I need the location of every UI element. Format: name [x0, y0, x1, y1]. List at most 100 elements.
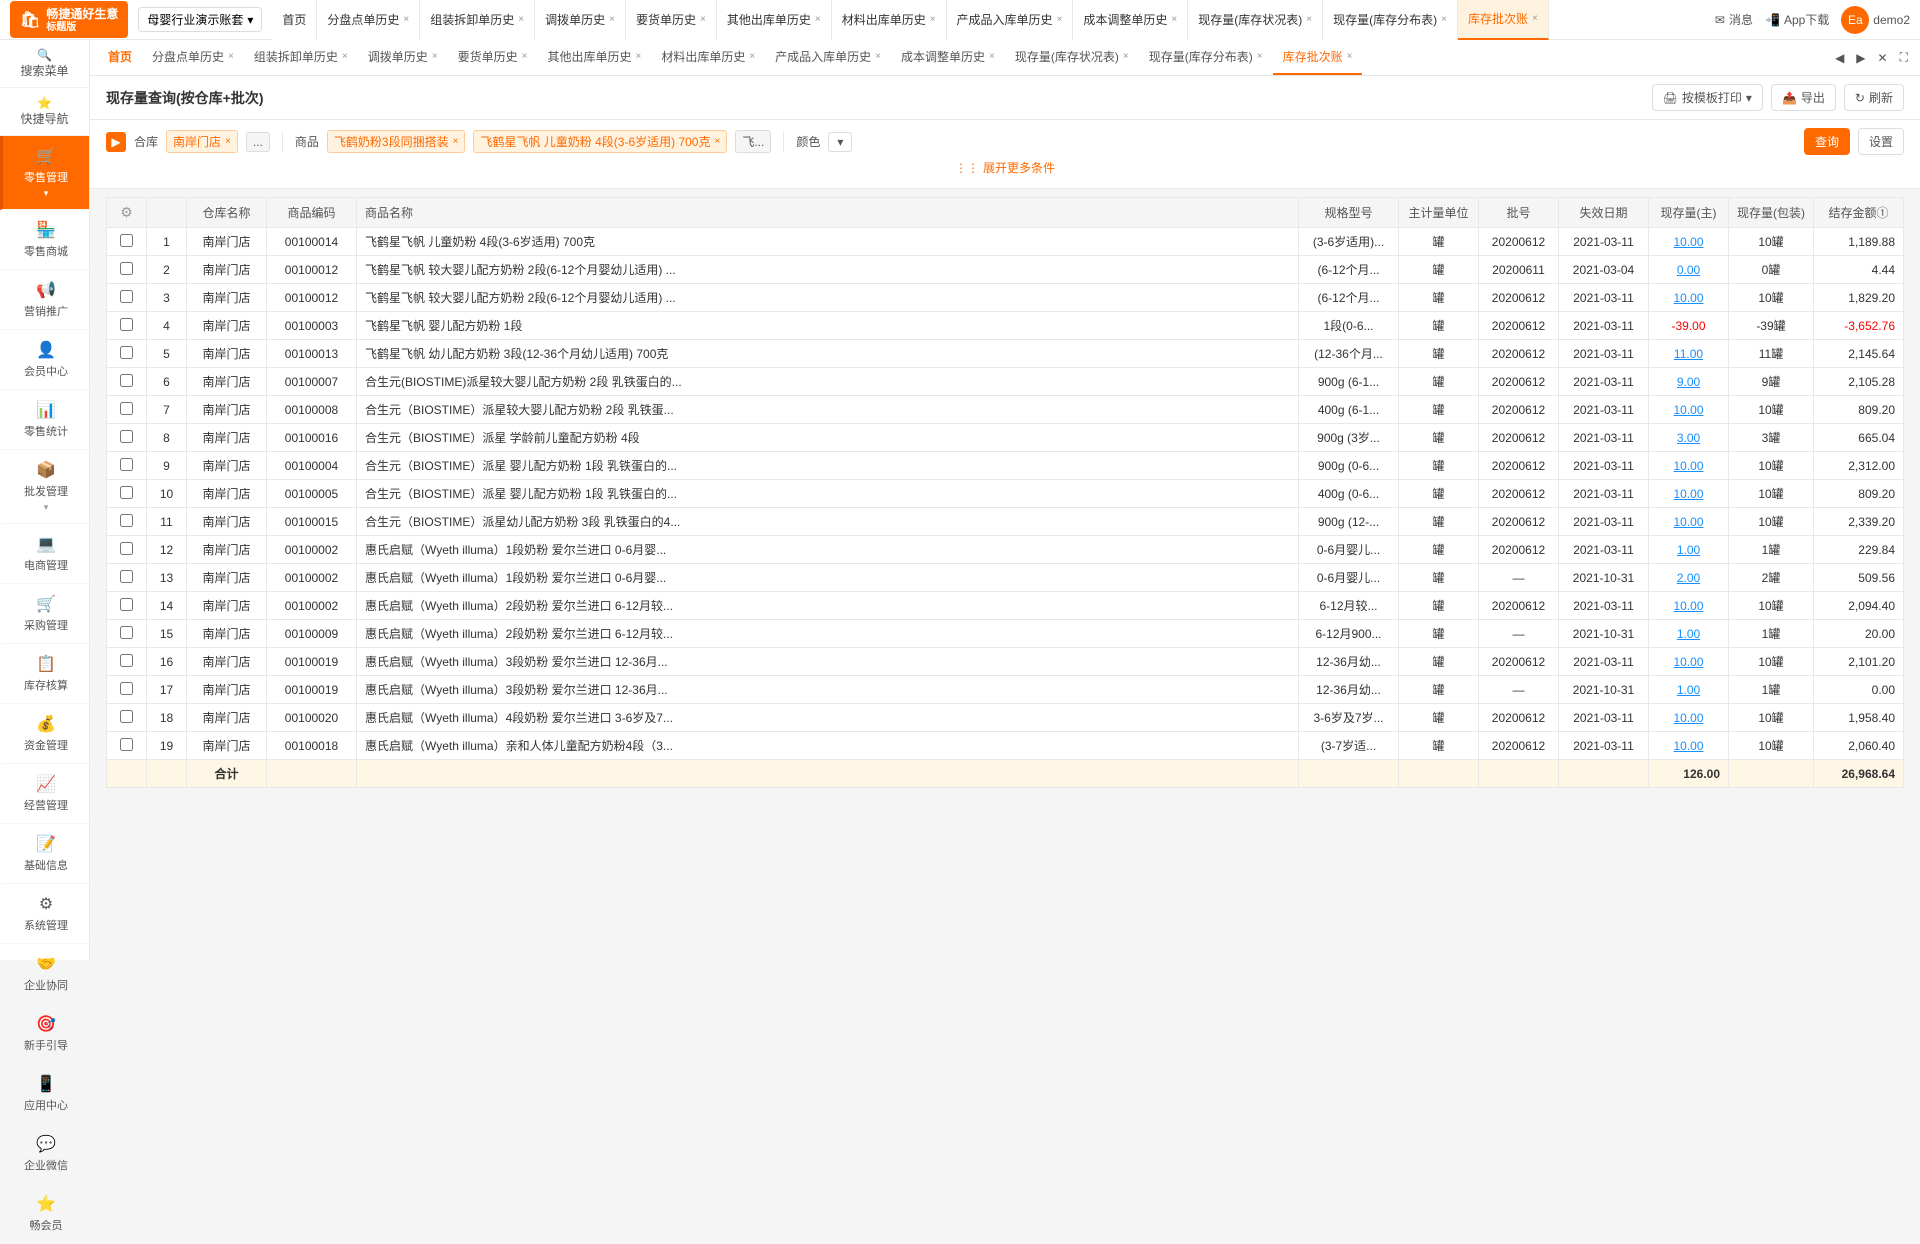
cell-checkbox-12[interactable] — [107, 564, 147, 592]
top-tab-cbtzsc[interactable]: 成本调整单历史 × — [1073, 0, 1188, 40]
cell-checkbox-17[interactable] — [107, 704, 147, 732]
row-checkbox-16[interactable] — [120, 682, 133, 695]
cell-checkbox-13[interactable] — [107, 592, 147, 620]
row-checkbox-1[interactable] — [120, 262, 133, 275]
row-checkbox-11[interactable] — [120, 542, 133, 555]
top-tab-kcpcc[interactable]: 库存批次账 × — [1458, 0, 1549, 40]
cell-checkbox-4[interactable] — [107, 340, 147, 368]
cell-stock-15[interactable]: 10.00 — [1649, 648, 1729, 676]
account-selector[interactable]: 母婴行业演示账套 ▾ — [138, 7, 262, 32]
warehouse-tag-nananlstore[interactable]: 南岸门店 × — [166, 130, 238, 153]
sidebar-item-wholesale[interactable]: 📦批发管理▾ — [0, 450, 89, 524]
sidebar-item-retail-stat[interactable]: 📊零售统计 — [0, 390, 89, 450]
cell-stock-0[interactable]: 10.00 — [1649, 228, 1729, 256]
row-checkbox-18[interactable] — [120, 738, 133, 751]
cell-checkbox-7[interactable] — [107, 424, 147, 452]
sub-tab-close-xczl2[interactable]: × — [1257, 51, 1263, 62]
top-tab-close-zucjsc[interactable]: × — [518, 14, 524, 25]
sidebar-item-newguide[interactable]: 🎯新手引导 — [0, 1004, 89, 1064]
expand-conditions-btn[interactable]: ⋮⋮ 展开更多条件 — [106, 155, 1904, 180]
sub-tab-close-fenpc[interactable]: × — [228, 51, 234, 62]
sidebar-item-operation[interactable]: 📈经营管理 — [0, 764, 89, 824]
nav-left-arrow[interactable]: ◀ — [1831, 49, 1848, 67]
warehouse-more-tag[interactable]: ... — [246, 132, 270, 152]
top-tab-fenpc[interactable]: 分盘点单历史 × — [317, 0, 420, 40]
sidebar-item-member2[interactable]: ⭐畅会员 — [0, 1184, 89, 1244]
cell-checkbox-16[interactable] — [107, 676, 147, 704]
cell-stock-17[interactable]: 10.00 — [1649, 704, 1729, 732]
sub-tab-close-xczl1[interactable]: × — [1123, 51, 1129, 62]
query-button[interactable]: 查询 — [1804, 128, 1850, 155]
nav-close-icon[interactable]: ✕ — [1874, 49, 1892, 67]
row-checkbox-2[interactable] — [120, 290, 133, 303]
sidebar-item-wechat[interactable]: 💬企业微信 — [0, 1124, 89, 1184]
sub-tab-ygsc[interactable]: 要货单历史× — [448, 40, 538, 75]
user-area[interactable]: Ea demo2 — [1841, 6, 1910, 34]
sub-tab-qtcsc[interactable]: 其他出库单历史× — [537, 40, 651, 75]
sub-tab-close-zucjsc[interactable]: × — [342, 51, 348, 62]
cell-checkbox-6[interactable] — [107, 396, 147, 424]
quick-nav[interactable]: ⭐ 快捷导航 — [0, 88, 89, 136]
search-menu[interactable]: 🔍 搜索菜单 — [0, 40, 89, 88]
top-tab-ygsc[interactable]: 要货单历史 × — [626, 0, 717, 40]
sidebar-item-retail[interactable]: 🛒零售管理▾ — [0, 136, 89, 210]
cell-stock-1[interactable]: 0.00 — [1649, 256, 1729, 284]
nav-expand-icon[interactable]: ⛶ — [1896, 48, 1912, 67]
row-checkbox-9[interactable] — [120, 486, 133, 499]
warehouse-tag-remove[interactable]: × — [225, 136, 231, 147]
row-checkbox-10[interactable] — [120, 514, 133, 527]
sub-tab-close-kcpcc[interactable]: × — [1347, 51, 1353, 62]
cell-stock-4[interactable]: 11.00 — [1649, 340, 1729, 368]
sidebar-item-system[interactable]: ⚙系统管理 — [0, 884, 89, 944]
cell-checkbox-3[interactable] — [107, 312, 147, 340]
cell-stock-8[interactable]: 10.00 — [1649, 452, 1729, 480]
cell-stock-14[interactable]: 1.00 — [1649, 620, 1729, 648]
sub-tab-close-ygsc[interactable]: × — [522, 51, 528, 62]
top-tab-zucjsc[interactable]: 组装拆卸单历史 × — [420, 0, 535, 40]
sidebar-item-retail-shop[interactable]: 🏪零售商城 — [0, 210, 89, 270]
goods-tag-1[interactable]: 飞鹤奶粉3段同捆搭装 × — [327, 130, 466, 153]
cell-stock-2[interactable]: 10.00 — [1649, 284, 1729, 312]
row-checkbox-17[interactable] — [120, 710, 133, 723]
cell-stock-10[interactable]: 10.00 — [1649, 508, 1729, 536]
top-tab-close-clcsc[interactable]: × — [930, 14, 936, 25]
sub-tab-close-qtcsc[interactable]: × — [635, 51, 641, 62]
export-button[interactable]: 📤 导出 — [1771, 84, 1836, 111]
goods-tag-more[interactable]: 飞... — [735, 130, 771, 153]
top-tab-close-xczl2[interactable]: × — [1441, 14, 1447, 25]
sub-tab-xczl2[interactable]: 现存量(库存分布表)× — [1139, 40, 1273, 75]
sub-tab-cprksc[interactable]: 产成品入库单历史× — [765, 40, 891, 75]
top-tab-xczl2[interactable]: 现存量(库存分布表) × — [1323, 0, 1458, 40]
cell-checkbox-8[interactable] — [107, 452, 147, 480]
sub-tab-cbtzsc[interactable]: 成本调整单历史× — [891, 40, 1005, 75]
top-tab-qtcsc[interactable]: 其他出库单历史 × — [717, 0, 832, 40]
sub-tab-kcpcc[interactable]: 库存批次账× — [1273, 40, 1363, 75]
sub-tab-xczl1[interactable]: 现存量(库存状况表)× — [1005, 40, 1139, 75]
row-checkbox-12[interactable] — [120, 570, 133, 583]
sub-tab-clcsc[interactable]: 材料出库单历史× — [651, 40, 765, 75]
cell-checkbox-10[interactable] — [107, 508, 147, 536]
top-tab-close-qtcsc[interactable]: × — [815, 14, 821, 25]
sidebar-item-member[interactable]: 👤会员中心 — [0, 330, 89, 390]
cell-stock-7[interactable]: 3.00 — [1649, 424, 1729, 452]
cell-stock-18[interactable]: 10.00 — [1649, 732, 1729, 760]
column-settings-icon[interactable]: ⚙ — [120, 204, 133, 220]
sidebar-item-purchase[interactable]: 🛒采购管理 — [0, 584, 89, 644]
cell-checkbox-1[interactable] — [107, 256, 147, 284]
cell-checkbox-18[interactable] — [107, 732, 147, 760]
settings-button[interactable]: 设置 — [1858, 128, 1904, 155]
row-checkbox-8[interactable] — [120, 458, 133, 471]
filter-expand-toggle[interactable]: ▶ — [106, 132, 126, 152]
top-tab-close-ygsc[interactable]: × — [700, 14, 706, 25]
top-tab-close-dysc[interactable]: × — [609, 14, 615, 25]
cell-checkbox-0[interactable] — [107, 228, 147, 256]
top-tab-dysc[interactable]: 调拨单历史 × — [535, 0, 626, 40]
nav-right-arrow[interactable]: ▶ — [1852, 49, 1869, 67]
sidebar-item-ecommerce[interactable]: 💻电商管理 — [0, 524, 89, 584]
top-tab-close-xczl1[interactable]: × — [1306, 14, 1312, 25]
goods-tag-2-remove[interactable]: × — [714, 136, 720, 147]
cell-stock-9[interactable]: 10.00 — [1649, 480, 1729, 508]
row-checkbox-4[interactable] — [120, 346, 133, 359]
top-tab-xczl1[interactable]: 现存量(库存状况表) × — [1188, 0, 1323, 40]
color-filter-select[interactable]: ▾ — [828, 132, 852, 152]
